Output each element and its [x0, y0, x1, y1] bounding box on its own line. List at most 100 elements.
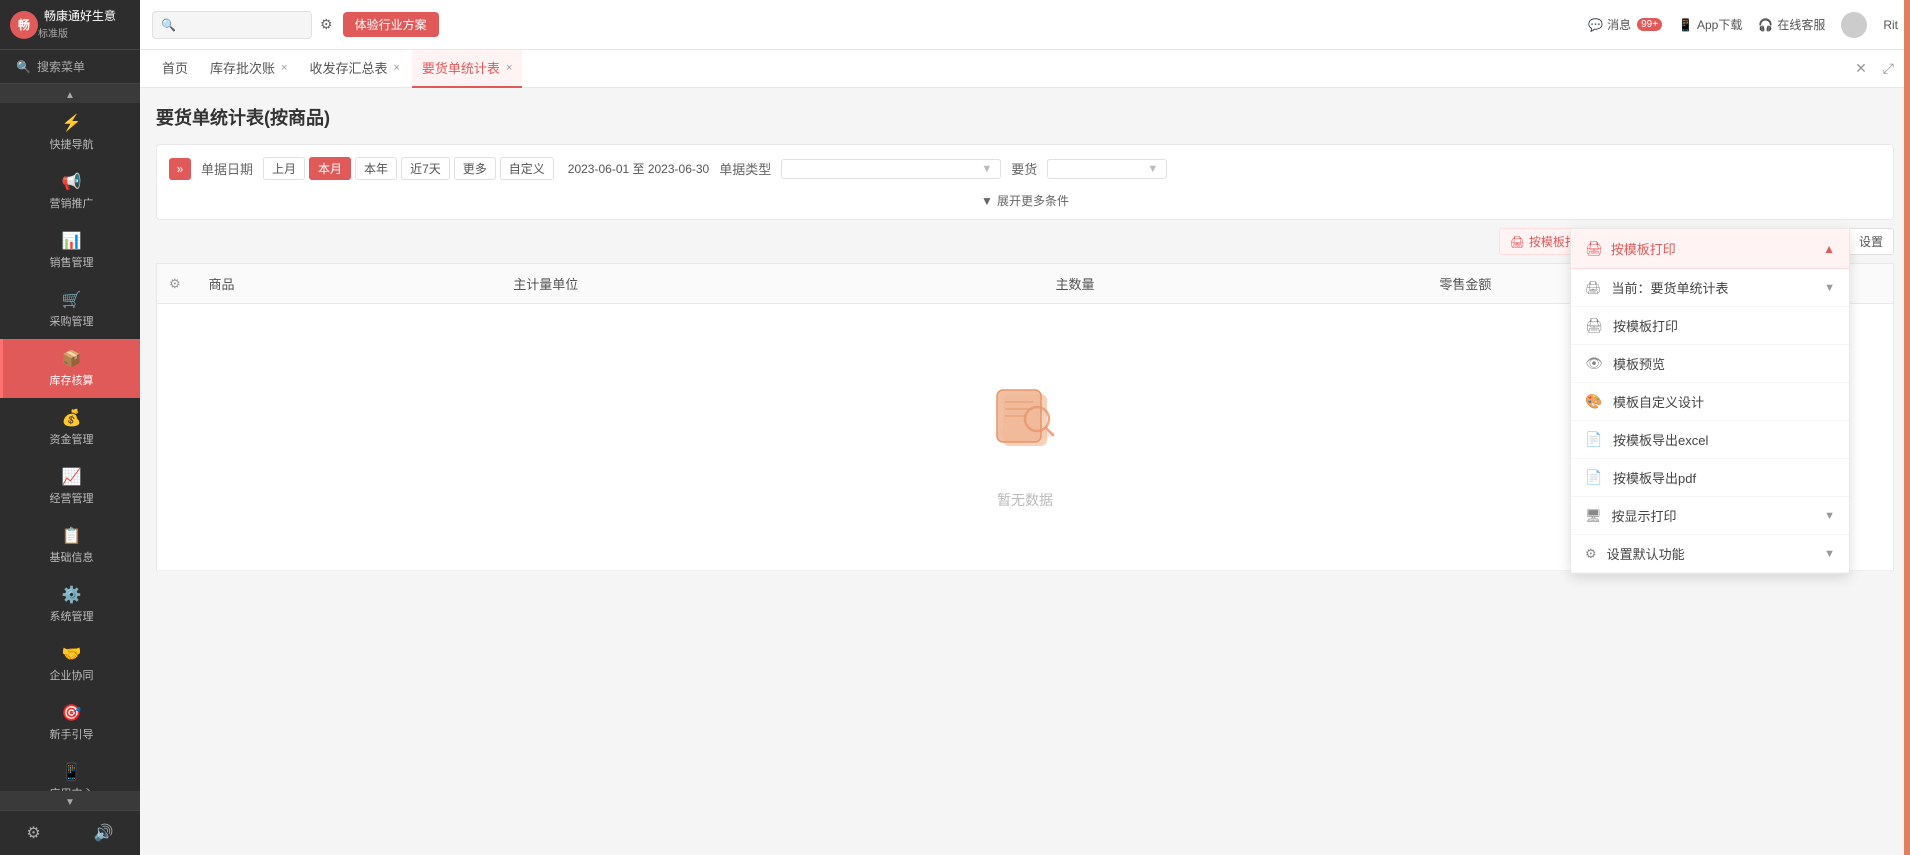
message-button[interactable]: 💬 消息 99+	[1588, 16, 1662, 33]
resize-handle[interactable]	[1904, 0, 1910, 855]
app-download-button[interactable]: 📱 App下载	[1678, 16, 1742, 33]
tab-order[interactable]: 要货单统计表 ×	[412, 50, 522, 88]
set-default-label: 设置默认功能	[1607, 544, 1685, 563]
window-maximize-btn[interactable]: ⤢	[1879, 58, 1898, 79]
filter-expand-icon[interactable]: »	[169, 158, 191, 180]
print-dropdown-header[interactable]: 🖨 按模板打印 ▲	[1571, 229, 1849, 269]
template-export-pdf-item[interactable]: 📄 按模板导出pdf	[1571, 459, 1849, 497]
sidebar-item-quicknav[interactable]: ⚡ 快捷导航	[0, 103, 140, 162]
display-print-chevron: ▼	[1824, 510, 1835, 522]
expand-label: 展开更多条件	[997, 192, 1069, 209]
sidebar-item-basic[interactable]: 📋 基础信息	[0, 516, 140, 575]
trial-button[interactable]: 体验行业方案	[343, 12, 439, 37]
sidebar-item-collab[interactable]: 🤝 企业协同	[0, 634, 140, 693]
user-avatar[interactable]	[1841, 12, 1867, 38]
template-design-item[interactable]: 🎨 模板自定义设计	[1571, 383, 1849, 421]
topbar-gear-icon[interactable]: ⚙	[320, 16, 333, 33]
sidebar: 畅 畅康通好生意 标准版 🔍 搜索菜单 ▲ ⚡ 快捷导航 📢 营销推广 📊 销售…	[0, 0, 140, 855]
template-preview-item[interactable]: 👁 模板预览	[1571, 345, 1849, 383]
sidebar-item-label: 企业协同	[50, 667, 94, 683]
yaohuo-filter-select[interactable]: ▼	[1047, 159, 1167, 179]
date-btn-7days[interactable]: 近7天	[401, 157, 450, 180]
display-print-item[interactable]: 🖥 按显示打印 ▼	[1571, 497, 1849, 535]
topbar-search-box[interactable]: 🔍	[152, 11, 312, 39]
date-btn-this-year[interactable]: 本年	[355, 157, 397, 180]
window-close-btn[interactable]: ✕	[1851, 58, 1871, 79]
sidebar-item-system[interactable]: ⚙️ 系统管理	[0, 575, 140, 634]
filter-row-1: » 单据日期 上月 本月 本年 近7天 更多 自定义 2023-06-01 至 …	[169, 157, 1881, 180]
date-btn-more[interactable]: 更多	[454, 157, 496, 180]
sidebar-item-inventory[interactable]: 📦 库存核算	[0, 339, 140, 398]
quicknav-icon: ⚡	[62, 113, 82, 133]
set-default-icon: ⚙	[1585, 546, 1597, 562]
inventory-icon: 📦	[62, 349, 82, 369]
date-range-display: 2023-06-01 至 2023-06-30	[568, 160, 709, 177]
sidebar-item-label: 新手引导	[50, 726, 94, 742]
tab-batch-close[interactable]: ×	[281, 62, 287, 74]
topbar-search-icon: 🔍	[161, 18, 176, 32]
date-btn-last-month[interactable]: 上月	[263, 157, 305, 180]
tab-home[interactable]: 首页	[152, 50, 198, 88]
search-icon: 🔍	[16, 60, 31, 74]
tab-receipts[interactable]: 收发存汇总表 ×	[299, 50, 409, 88]
date-filter-label: 单据日期	[201, 159, 253, 178]
sidebar-item-label: 快捷导航	[50, 136, 94, 152]
date-btn-custom[interactable]: 自定义	[500, 157, 554, 180]
template-export-excel-item[interactable]: 📄 按模板导出excel	[1571, 421, 1849, 459]
tab-receipts-close[interactable]: ×	[393, 62, 399, 74]
settings-icon[interactable]: ⚙	[22, 819, 44, 847]
template-preview-icon: 👁	[1585, 355, 1603, 372]
template-export-pdf-icon: 📄	[1585, 469, 1603, 486]
message-badge: 99+	[1637, 18, 1662, 31]
date-btn-this-month[interactable]: 本月	[309, 157, 351, 180]
topbar: 🔍 ⚙ 体验行业方案 💬 消息 99+ 📱 App下载 🎧 在线客服 Rit	[140, 0, 1910, 50]
sidebar-item-label: 采购管理	[50, 313, 94, 329]
purchase-icon: 🛒	[62, 290, 82, 310]
topbar-right: 💬 消息 99+ 📱 App下载 🎧 在线客服 Rit	[1588, 12, 1898, 38]
sidebar-item-finance[interactable]: 💰 资金管理	[0, 398, 140, 457]
type-filter-select[interactable]: ▼	[781, 159, 1001, 179]
sidebar-item-label: 资金管理	[50, 431, 94, 447]
set-default-item[interactable]: ⚙ 设置默认功能 ▼	[1571, 535, 1849, 573]
service-button[interactable]: 🎧 在线客服	[1758, 16, 1825, 33]
sidebar-search[interactable]: 🔍 搜索菜单	[0, 50, 140, 84]
tab-order-close[interactable]: ×	[506, 62, 512, 74]
table-settings-icon[interactable]: ⚙	[169, 276, 181, 291]
search-label: 搜索菜单	[37, 58, 85, 75]
settings-btn[interactable]: 设置	[1848, 228, 1894, 255]
message-label: 消息	[1607, 16, 1631, 33]
speaker-icon[interactable]: 🔊	[90, 819, 118, 847]
sidebar-item-newbie[interactable]: 🎯 新手引导	[0, 693, 140, 752]
template-print-icon: 🖨	[1585, 317, 1603, 334]
operation-icon: 📈	[62, 467, 82, 487]
tab-batch[interactable]: 库存批次账 ×	[200, 50, 297, 88]
sidebar-item-purchase[interactable]: 🛒 采购管理	[0, 280, 140, 339]
sidebar-logo: 畅 畅康通好生意 标准版	[0, 0, 140, 50]
app-icon: 📱	[1678, 18, 1693, 32]
col-settings: ⚙	[157, 264, 197, 304]
expand-icon: ▼	[981, 194, 993, 208]
template-design-icon: 🎨	[1585, 393, 1603, 410]
scroll-down-btn[interactable]: ▼	[0, 791, 140, 810]
scroll-up-btn[interactable]: ▲	[0, 84, 140, 103]
filter-expand-row: ▼ 展开更多条件	[169, 192, 1881, 219]
current-template-item[interactable]: 🖨 当前：要货单统计表 ▼	[1571, 269, 1849, 307]
template-export-excel-icon: 📄	[1585, 431, 1603, 448]
print-dropdown: 🖨 按模板打印 ▲ 🖨 当前：要货单统计表 ▼ 🖨 按模板打印 👁 模板预览	[1570, 228, 1850, 574]
sidebar-item-sales[interactable]: 📊 销售管理	[0, 221, 140, 280]
tab-batch-label: 库存批次账	[210, 58, 275, 77]
main-area: 🔍 ⚙ 体验行业方案 💬 消息 99+ 📱 App下载 🎧 在线客服 Rit	[140, 0, 1910, 855]
expand-more-btn[interactable]: ▼ 展开更多条件	[981, 192, 1069, 209]
sidebar-item-label: 营销推广	[50, 195, 94, 211]
set-default-chevron: ▼	[1824, 548, 1835, 560]
sidebar-item-appstore[interactable]: 📱 应用中心	[0, 752, 140, 791]
type-filter-label: 单据类型	[719, 159, 771, 178]
sidebar-item-operation[interactable]: 📈 经营管理	[0, 457, 140, 516]
current-template-icon: 🖨	[1585, 280, 1602, 296]
yaohuo-filter-label: 要货	[1011, 159, 1037, 178]
template-print-item[interactable]: 🖨 按模板打印	[1571, 307, 1849, 345]
topbar-search-input[interactable]	[176, 18, 303, 32]
sidebar-item-marketing[interactable]: 📢 营销推广	[0, 162, 140, 221]
template-export-excel-label: 按模板导出excel	[1613, 430, 1708, 449]
username-label[interactable]: Rit	[1883, 18, 1898, 32]
